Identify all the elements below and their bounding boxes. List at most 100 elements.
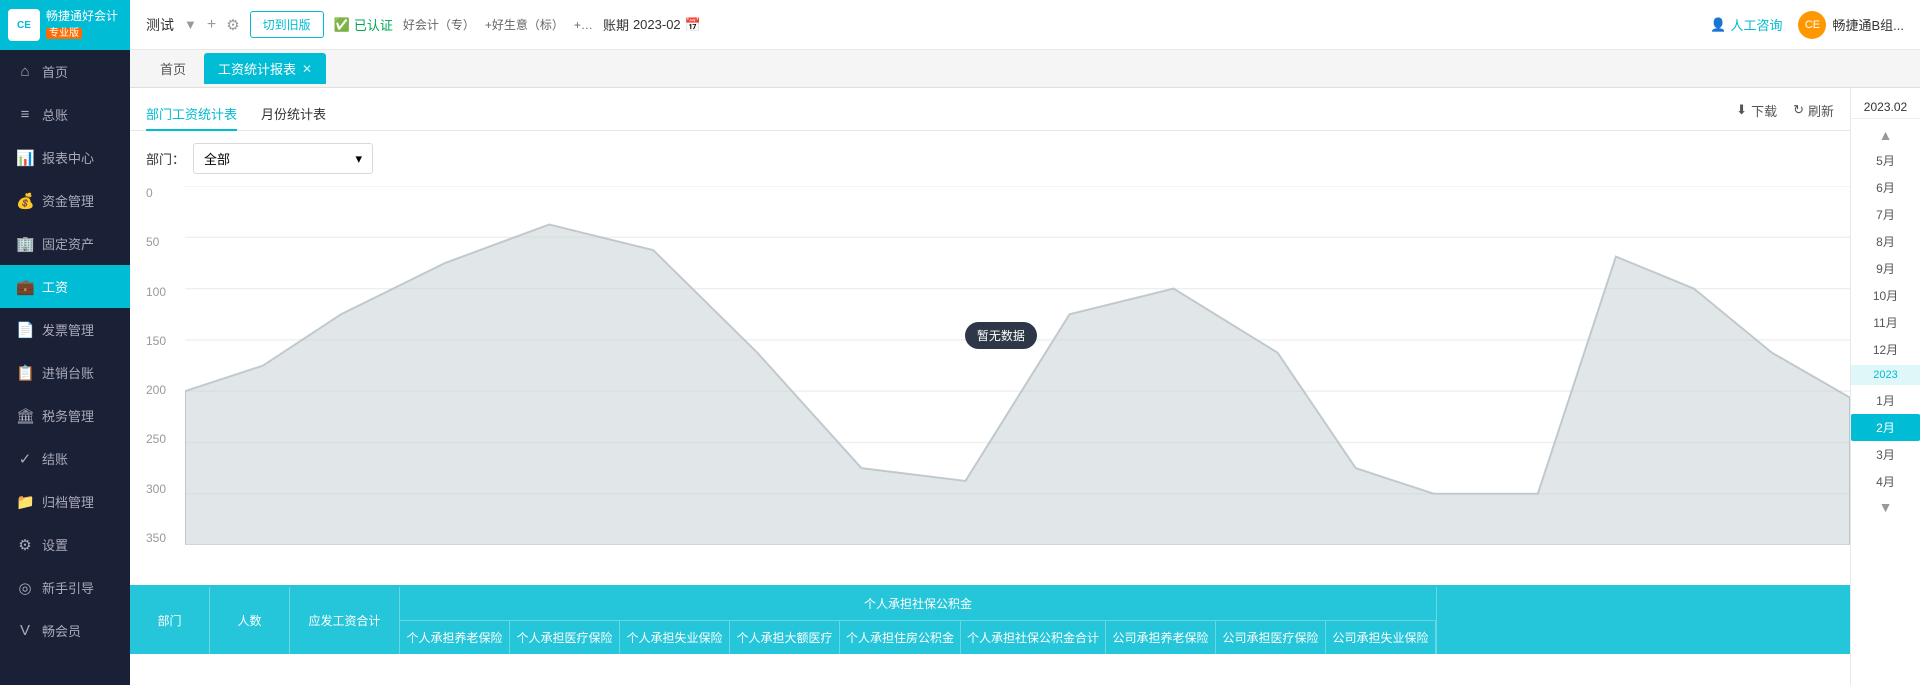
period-label: 账期: [603, 15, 629, 34]
sidebar-item-invoice[interactable]: 📄 发票管理: [0, 308, 130, 351]
y-axis-labels: 350 300 250 200 150 100 50 0: [146, 186, 186, 545]
th-personal-total: 个人承担社保公积金合计: [961, 621, 1106, 654]
chart-svg: [185, 186, 1850, 545]
certified-badge: ✅ 已认证: [334, 15, 393, 34]
th-personal-medical: 个人承担医疗保险: [510, 621, 620, 654]
chart-area-path: [185, 224, 1850, 545]
sidebar-item-reports[interactable]: 📊 报表中心: [0, 136, 130, 179]
sidebar-label-guide: 新手引导: [42, 578, 94, 597]
reports-icon: 📊: [16, 149, 34, 167]
topbar-add-icon[interactable]: +: [207, 16, 216, 34]
main-area: 测试 ▼ + ⚙ 切到旧版 ✅ 已认证 好会计（专） +好生意（标） +… 账期…: [130, 0, 1920, 685]
topbar-dropdown-icon[interactable]: ▼: [184, 17, 197, 32]
tab-salary-report[interactable]: 工资统计报表 ✕: [204, 53, 326, 84]
page-content: 部门工资统计表 月份统计表 ⬇ 下载 ↻ 刷新 部门： 全部: [130, 88, 1850, 685]
member-icon: V: [16, 622, 34, 639]
sidebar-nav: ⌂ 首页 ≡ 总账 📊 报表中心 💰 资金管理 🏢 固定资产 💼 工资 📄 发票…: [0, 50, 130, 685]
th-personal-unemployment: 个人承担失业保险: [620, 621, 730, 654]
tab-monthly-salary[interactable]: 月份统计表: [261, 98, 326, 131]
month-7[interactable]: 7月: [1851, 201, 1920, 228]
month-5[interactable]: 5月: [1851, 147, 1920, 174]
invoice-icon: 📄: [16, 321, 34, 339]
topbar-settings-icon[interactable]: ⚙: [226, 16, 239, 34]
sidebar-label-invoice: 发票管理: [42, 320, 94, 339]
period-value: 2023-02: [633, 17, 681, 32]
tab-actions: ⬇ 下载 ↻ 刷新: [1736, 101, 1834, 128]
ledger-icon: ≡: [16, 106, 34, 123]
inner-tabs: 部门工资统计表 月份统计表 ⬇ 下载 ↻ 刷新: [130, 88, 1850, 131]
content-area: 部门工资统计表 月份统计表 ⬇ 下载 ↻ 刷新 部门： 全部: [130, 88, 1920, 685]
sidebar-label-settings: 设置: [42, 535, 68, 554]
user-name: 畅捷通B组...: [1832, 15, 1904, 34]
scroll-up-icon[interactable]: ▲: [1875, 123, 1897, 147]
sidebar-label-funds: 资金管理: [42, 191, 94, 210]
sidebar-label-member: 畅会员: [42, 621, 81, 640]
sidebar-label-salary: 工资: [42, 277, 68, 296]
th-dept: 部门: [130, 587, 210, 654]
switch-old-btn[interactable]: 切到旧版: [250, 11, 324, 38]
sidebar-item-settings[interactable]: ⚙ 设置: [0, 523, 130, 566]
month-3[interactable]: 3月: [1851, 441, 1920, 468]
logo: CE 畅捷通好会计 专业版: [0, 0, 130, 50]
sidebar-item-close[interactable]: ✓ 结账: [0, 437, 130, 480]
dept-select[interactable]: 全部 ▾: [193, 143, 373, 174]
close-period-icon: ✓: [16, 450, 34, 468]
sidebar-item-purchase[interactable]: 📋 进销台账: [0, 351, 130, 394]
purchase-icon: 📋: [16, 364, 34, 382]
archive-icon: 📁: [16, 493, 34, 511]
tab-close-icon[interactable]: ✕: [302, 62, 312, 76]
salary-icon: 💼: [16, 278, 34, 296]
help-btn[interactable]: 👤 人工咨询: [1710, 15, 1782, 34]
month-8[interactable]: 8月: [1851, 228, 1920, 255]
sidebar-label-assets: 固定资产: [42, 234, 94, 253]
tab-home[interactable]: 首页: [146, 53, 200, 84]
right-panel-year: 2023.02: [1851, 96, 1920, 119]
filter-bar: 部门： 全部 ▾: [130, 131, 1850, 186]
sidebar-item-guide[interactable]: ◎ 新手引导: [0, 566, 130, 609]
tax-icon: 🏛: [16, 407, 34, 425]
sidebar-label-purchase: 进销台账: [42, 363, 94, 382]
download-btn[interactable]: ⬇ 下载: [1736, 101, 1777, 120]
logo-icon: CE: [8, 9, 40, 41]
logo-abbr: CE: [17, 20, 31, 31]
th-company-medical: 公司承担医疗保险: [1216, 621, 1326, 654]
topbar-period: 账期 2023-02 📅: [603, 15, 701, 34]
tab-dept-salary[interactable]: 部门工资统计表: [146, 98, 237, 131]
th-total-salary: 应发工资合计: [290, 587, 400, 654]
sidebar-item-assets[interactable]: 🏢 固定资产: [0, 222, 130, 265]
sidebar-item-ledger[interactable]: ≡ 总账: [0, 93, 130, 136]
tabbar: 首页 工资统计报表 ✕: [130, 50, 1920, 88]
month-11[interactable]: 11月: [1851, 309, 1920, 336]
refresh-btn[interactable]: ↻ 刷新: [1793, 101, 1834, 120]
month-12[interactable]: 12月: [1851, 336, 1920, 363]
bottom-table: 部门 人数 应发工资合计 个人承担社保公积金 个人承担养老保险 个人承担医疗保险…: [130, 585, 1850, 685]
topbar: 测试 ▼ + ⚙ 切到旧版 ✅ 已认证 好会计（专） +好生意（标） +… 账期…: [130, 0, 1920, 50]
user-area[interactable]: CE 畅捷通B组...: [1798, 11, 1904, 39]
scroll-down-icon[interactable]: ▼: [1875, 495, 1897, 519]
topbar-title: 测试: [146, 15, 174, 35]
sidebar-item-archive[interactable]: 📁 归档管理: [0, 480, 130, 523]
topbar-right: 👤 人工咨询 CE 畅捷通B组...: [1710, 11, 1904, 39]
month-6[interactable]: 6月: [1851, 174, 1920, 201]
month-2[interactable]: 2月: [1851, 414, 1920, 441]
month-1[interactable]: 1月: [1851, 387, 1920, 414]
month-4[interactable]: 4月: [1851, 468, 1920, 495]
sidebar-item-home[interactable]: ⌂ 首页: [0, 50, 130, 93]
sidebar-item-funds[interactable]: 💰 资金管理: [0, 179, 130, 222]
th-company-unemployment: 公司承担失业保险: [1326, 621, 1436, 654]
th-group-label: 个人承担社保公积金: [400, 587, 1436, 621]
calendar-icon[interactable]: 📅: [685, 17, 701, 33]
sidebar-item-tax[interactable]: 🏛 税务管理: [0, 394, 130, 437]
funds-icon: 💰: [16, 192, 34, 210]
month-10[interactable]: 10月: [1851, 282, 1920, 309]
sidebar-label-home: 首页: [42, 62, 68, 81]
sidebar-label-archive: 归档管理: [42, 492, 94, 511]
sidebar-label-ledger: 总账: [42, 105, 68, 124]
th-group-cells: 个人承担养老保险 个人承担医疗保险 个人承担失业保险 个人承担大额医疗 个人承担…: [400, 621, 1436, 654]
sidebar-item-member[interactable]: V 畅会员: [0, 609, 130, 652]
sidebar-label-reports: 报表中心: [42, 148, 94, 167]
sidebar-item-salary[interactable]: 💼 工资: [0, 265, 130, 308]
month-9[interactable]: 9月: [1851, 255, 1920, 282]
tag-good-business: +好生意（标）: [485, 16, 564, 33]
tag-good-accounting: 好会计（专）: [403, 16, 475, 33]
